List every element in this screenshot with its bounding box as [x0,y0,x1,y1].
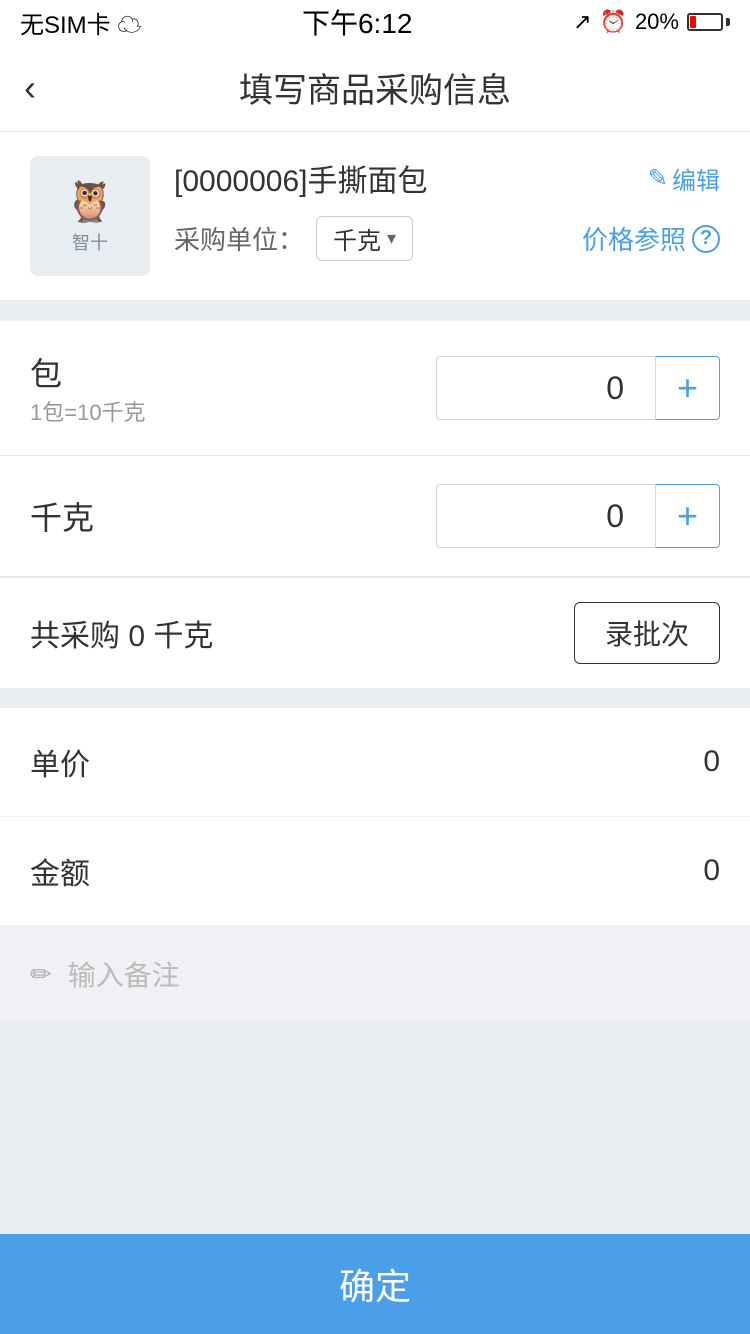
product-thumbnail: 🦉 智十 [30,156,150,276]
qty-label-group-kg: 千克 [30,493,436,539]
battery-bar [687,13,730,31]
total-purchase-text: 共采购 0 千克 [30,611,213,655]
product-card: 🦉 智十 [0000006]手撕面包 ✎ 编辑 采购单位： 千克 ▾ [0,132,750,301]
section-divider-1 [0,301,750,321]
edit-button[interactable]: ✎ 编辑 [648,161,720,196]
unit-price-label: 单价 [30,740,90,784]
confirm-button[interactable]: 确定 [0,1234,750,1334]
plus-icon-kg: + [677,498,698,534]
qty-input-bao[interactable] [436,356,656,420]
unit-value: 千克 [333,221,381,256]
chevron-down-icon: ▾ [387,228,396,249]
section-divider-2 [0,688,750,708]
qty-label-main-bao: 包 [30,349,436,395]
back-button[interactable]: ‹ [24,67,36,109]
no-sim-label: 无SIM卡 ☁ [20,5,141,40]
status-right: ↗ ⏰ 20% [573,9,730,35]
unit-select[interactable]: 千克 ▾ [316,216,413,261]
plus-icon-bao: + [677,370,698,406]
batch-record-button[interactable]: 录批次 [574,602,720,664]
quantity-row-kg: 千克 + [0,456,750,577]
quantity-section: 包 1包=10千克 + 千克 + 共采购 0 [0,321,750,688]
thumb-owl-icon: 🦉 [65,178,115,225]
qty-label-sub-bao: 1包=10千克 [30,395,436,427]
unit-price-row: 单价 0 [0,708,750,817]
price-section: 单价 0 金额 0 [0,708,750,926]
status-left: 无SIM卡 ☁ [20,5,141,40]
unit-label: 采购单位： [174,220,304,257]
product-name: [0000006]手撕面包 [174,156,427,200]
price-ref-label: 价格参照 [582,220,686,257]
main-content: 🦉 智十 [0000006]手撕面包 ✎ 编辑 采购单位： 千克 ▾ [0,132,750,1234]
qty-label-group-bao: 包 1包=10千克 [30,349,436,427]
edit-icon: ✎ [648,164,668,193]
help-icon: ? [692,225,720,253]
status-time: 下午6:12 [302,2,413,42]
unit-price-value: 0 [703,745,720,779]
qty-label-main-kg: 千克 [30,493,436,539]
total-row: 共采购 0 千克 录批次 [0,577,750,688]
qty-plus-button-bao[interactable]: + [656,356,720,420]
amount-label: 金额 [30,849,90,893]
pencil-icon: ✏ [30,959,52,990]
battery-percent: 20% [635,9,679,35]
qty-plus-button-kg[interactable]: + [656,484,720,548]
page-title: 填写商品采购信息 [239,63,511,112]
quantity-row-bao: 包 1包=10千克 + [0,321,750,456]
gray-filler-area [0,1022,750,1234]
remark-section[interactable]: ✏ 输入备注 [0,926,750,1022]
location-icon: ↗ [573,9,591,35]
nav-bar: ‹ 填写商品采购信息 [0,44,750,132]
amount-row: 金额 0 [0,817,750,926]
product-header: [0000006]手撕面包 ✎ 编辑 [174,156,720,200]
qty-input-group-bao: + [436,356,720,420]
status-bar: 无SIM卡 ☁ 下午6:12 ↗ ⏰ 20% [0,0,750,44]
alarm-icon: ⏰ [600,9,627,35]
qty-input-kg[interactable] [436,484,656,548]
thumb-label: 智十 [72,229,108,255]
price-reference-button[interactable]: 价格参照 ? [582,220,720,257]
product-info: [0000006]手撕面包 ✎ 编辑 采购单位： 千克 ▾ 价格参照 ? [174,156,720,261]
unit-row: 采购单位： 千克 ▾ 价格参照 ? [174,216,720,261]
remark-placeholder: 输入备注 [68,954,180,994]
qty-input-group-kg: + [436,484,720,548]
amount-value: 0 [703,854,720,888]
edit-label: 编辑 [672,161,720,196]
